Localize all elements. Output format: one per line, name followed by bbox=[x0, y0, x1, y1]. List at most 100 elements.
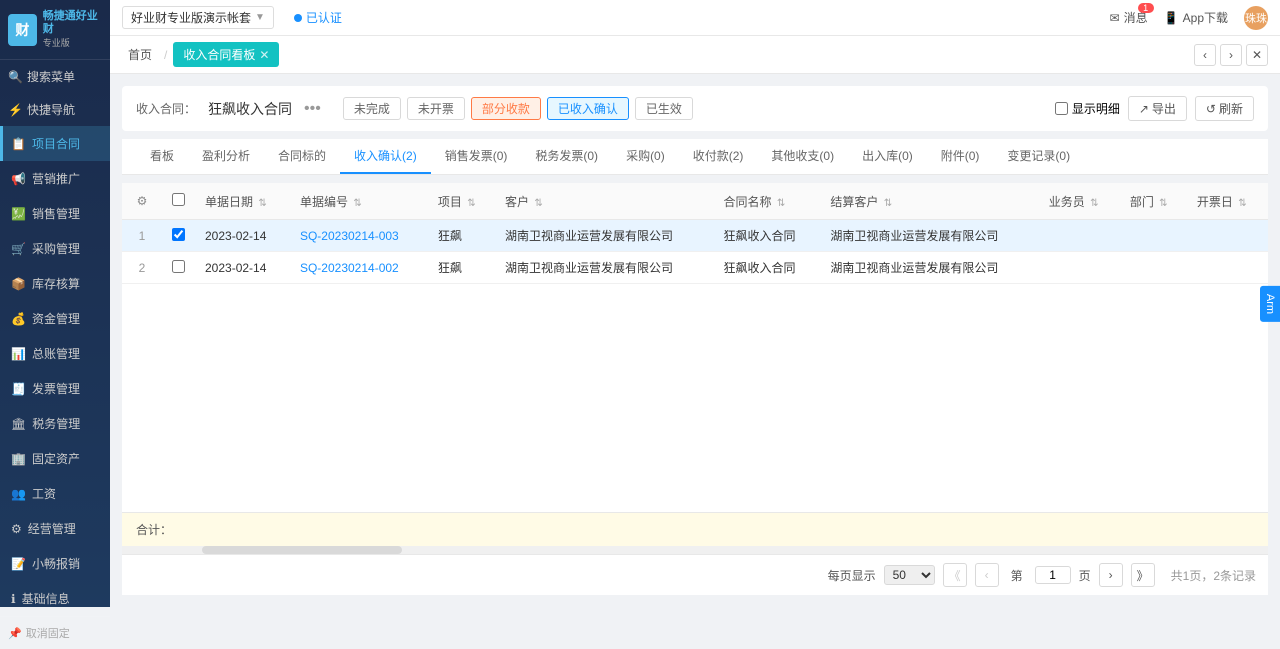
pagination-prev-button[interactable]: ‹ bbox=[975, 563, 999, 587]
sidebar-item-purchase[interactable]: 🛒 采购管理 bbox=[0, 231, 110, 266]
sidebar-item-general[interactable]: 📊 总账管理 bbox=[0, 336, 110, 371]
company-arrow-icon: ▼ bbox=[255, 12, 265, 23]
sort-customer-icon[interactable]: ⇅ bbox=[534, 198, 542, 209]
sort-salesperson-icon[interactable]: ⇅ bbox=[1090, 198, 1098, 209]
row-1-num: 1 bbox=[122, 220, 162, 252]
tab-attachments[interactable]: 附件(0) bbox=[927, 139, 994, 174]
sidebar-item-project[interactable]: 📋 项目合同 bbox=[0, 126, 110, 161]
sidebar-item-report[interactable]: 📝 小畅报销 bbox=[0, 546, 110, 581]
pagination-first-button[interactable]: 《 bbox=[943, 563, 967, 587]
pagination-next-button[interactable]: › bbox=[1099, 563, 1123, 587]
app-download-button[interactable]: 📱 App下载 bbox=[1164, 9, 1228, 26]
sidebar-item-inventory[interactable]: 📦 库存核算 bbox=[0, 266, 110, 301]
col-settings: ⚙ bbox=[122, 183, 162, 220]
show-detail-checkbox[interactable]: 显示明细 bbox=[1055, 100, 1120, 117]
sidebar-item-tax[interactable]: 🏛 税务管理 bbox=[0, 406, 110, 441]
tab-payment[interactable]: 收付款(2) bbox=[679, 139, 758, 174]
status-confirmed-receipt[interactable]: 已收入确认 bbox=[547, 97, 629, 120]
tab-tax-invoice[interactable]: 税务发票(0) bbox=[521, 139, 612, 174]
sidebar-item-label: 快捷导航 bbox=[27, 101, 75, 118]
row-1-bill-link[interactable]: SQ-20230214-003 bbox=[300, 229, 399, 243]
row-1-project: 狂飙 bbox=[428, 220, 495, 252]
row-2-checkbox[interactable] bbox=[172, 260, 185, 273]
show-detail-input[interactable] bbox=[1055, 102, 1068, 115]
right-fixed-button[interactable]: Arm bbox=[1260, 285, 1280, 321]
pagination-total-info: 共1页，2条记录 bbox=[1171, 567, 1256, 584]
project-icon: 📋 bbox=[11, 137, 26, 151]
sort-bill-number-icon[interactable]: ⇅ bbox=[353, 198, 361, 209]
fixed-assets-icon: 🏢 bbox=[11, 452, 26, 466]
tab-other-income[interactable]: 其他收支(0) bbox=[757, 139, 848, 174]
tab-income-contract[interactable]: 收入合同看板 ✕ bbox=[173, 42, 279, 67]
sort-open-date-icon[interactable]: ⇅ bbox=[1238, 198, 1246, 209]
tab-warehouse[interactable]: 出入库(0) bbox=[848, 139, 927, 174]
status-not-complete[interactable]: 未完成 bbox=[343, 97, 401, 120]
message-button[interactable]: ✉ 消息 1 bbox=[1110, 9, 1148, 26]
sidebar-item-label: 发票管理 bbox=[32, 380, 80, 397]
row-2-department bbox=[1120, 252, 1187, 284]
row-1-department bbox=[1120, 220, 1187, 252]
row-2-project: 狂飙 bbox=[428, 252, 495, 284]
sort-department-icon[interactable]: ⇅ bbox=[1159, 198, 1167, 209]
sort-contract-name-icon[interactable]: ⇅ bbox=[777, 198, 785, 209]
message-badge: 1 bbox=[1138, 3, 1154, 13]
row-2-result-customer: 湖南卫视商业运营发展有限公司 bbox=[820, 252, 1038, 284]
sidebar-item-label: 资金管理 bbox=[32, 310, 80, 327]
tab-income-contract-label: 收入合同看板 bbox=[183, 46, 255, 63]
sort-project-icon[interactable]: ⇅ bbox=[467, 198, 475, 209]
tab-kanban[interactable]: 看板 bbox=[136, 139, 188, 174]
sidebar-item-sales[interactable]: 💹 销售管理 bbox=[0, 196, 110, 231]
sidebar-item-capital[interactable]: 💰 资金管理 bbox=[0, 301, 110, 336]
settings-icon[interactable]: ⚙ bbox=[132, 191, 152, 211]
tab-sales-invoice[interactable]: 销售发票(0) bbox=[431, 139, 522, 174]
table-row[interactable]: 2 2023-02-14 SQ-20230214-002 狂飙 湖南卫视商业运营… bbox=[122, 252, 1268, 284]
status-effective[interactable]: 已生效 bbox=[635, 97, 693, 120]
row-1-checkbox[interactable] bbox=[172, 228, 185, 241]
sidebar-item-ops[interactable]: ⚙ 经营管理 bbox=[0, 511, 110, 546]
tab-contract-standards[interactable]: 合同标的 bbox=[264, 139, 340, 174]
sidebar-item-label: 销售管理 bbox=[32, 205, 80, 222]
tab-purchase[interactable]: 采购(0) bbox=[612, 139, 679, 174]
tab-close-icon[interactable]: ✕ bbox=[259, 48, 269, 62]
user-avatar[interactable]: 珠珠 bbox=[1244, 6, 1268, 30]
sidebar-item-search[interactable]: 🔍 搜索菜单 bbox=[0, 60, 110, 93]
export-button[interactable]: ↗ 导出 bbox=[1128, 96, 1187, 121]
status-not-invoiced[interactable]: 未开票 bbox=[407, 97, 465, 120]
sort-bill-date-icon[interactable]: ⇅ bbox=[258, 198, 266, 209]
select-all-checkbox[interactable] bbox=[172, 193, 185, 206]
table-container: ⚙ 单据日期 ⇅ 单据编号 bbox=[122, 183, 1268, 595]
status-partial-receipt[interactable]: 部分收款 bbox=[471, 97, 541, 120]
message-icon: ✉ bbox=[1110, 11, 1120, 25]
sidebar-item-basic[interactable]: ℹ 基础信息 bbox=[0, 581, 110, 616]
row-2-bill-link[interactable]: SQ-20230214-002 bbox=[300, 261, 399, 275]
sidebar-item-invoice[interactable]: 🧾 发票管理 bbox=[0, 371, 110, 406]
refresh-button[interactable]: ↺ 刷新 bbox=[1195, 96, 1254, 121]
tab-income-confirm[interactable]: 收入确认(2) bbox=[340, 139, 431, 174]
sort-result-customer-icon[interactable]: ⇅ bbox=[884, 198, 892, 209]
logo-text: 畅捷通好业财 专业版 bbox=[43, 10, 102, 49]
per-page-select[interactable]: 50 100 bbox=[884, 565, 935, 585]
sidebar-item-marketing[interactable]: 📢 营销推广 bbox=[0, 161, 110, 196]
pagination-last-button[interactable]: 》 bbox=[1131, 563, 1155, 587]
sidebar-bottom-pin[interactable]: 📌 取消固定 bbox=[0, 616, 110, 649]
tab-profit-analysis[interactable]: 盈利分析 bbox=[188, 139, 264, 174]
pagination-page-input[interactable] bbox=[1035, 566, 1071, 584]
contract-more-icon[interactable]: ••• bbox=[304, 100, 321, 118]
scrollbar-thumb[interactable] bbox=[202, 546, 402, 554]
company-selector[interactable]: 好业财专业版演示帐套 ▼ bbox=[122, 6, 274, 29]
sidebar-item-hr[interactable]: 👥 工资 bbox=[0, 476, 110, 511]
sidebar-bottom-label: 取消固定 bbox=[26, 625, 70, 641]
tab-nav-arrows: ‹ › ✕ bbox=[1194, 44, 1268, 66]
sidebar-item-quick-nav[interactable]: ⚡ 快捷导航 bbox=[0, 93, 110, 126]
sidebar-item-fixed-assets[interactable]: 🏢 固定资产 bbox=[0, 441, 110, 476]
nav-next-button[interactable]: › bbox=[1220, 44, 1242, 66]
tab-home[interactable]: 首页 bbox=[122, 46, 158, 63]
table-row[interactable]: 1 2023-02-14 SQ-20230214-003 狂飙 湖南卫视商业运营… bbox=[122, 220, 1268, 252]
horizontal-scrollbar[interactable] bbox=[122, 546, 1268, 554]
nav-close-button[interactable]: ✕ bbox=[1246, 44, 1268, 66]
nav-prev-button[interactable]: ‹ bbox=[1194, 44, 1216, 66]
table-wrapper[interactable]: ⚙ 单据日期 ⇅ 单据编号 bbox=[122, 183, 1268, 512]
tab-change-records[interactable]: 变更记录(0) bbox=[993, 139, 1084, 174]
col-checkbox bbox=[162, 183, 195, 220]
purchase-icon: 🛒 bbox=[11, 242, 26, 256]
